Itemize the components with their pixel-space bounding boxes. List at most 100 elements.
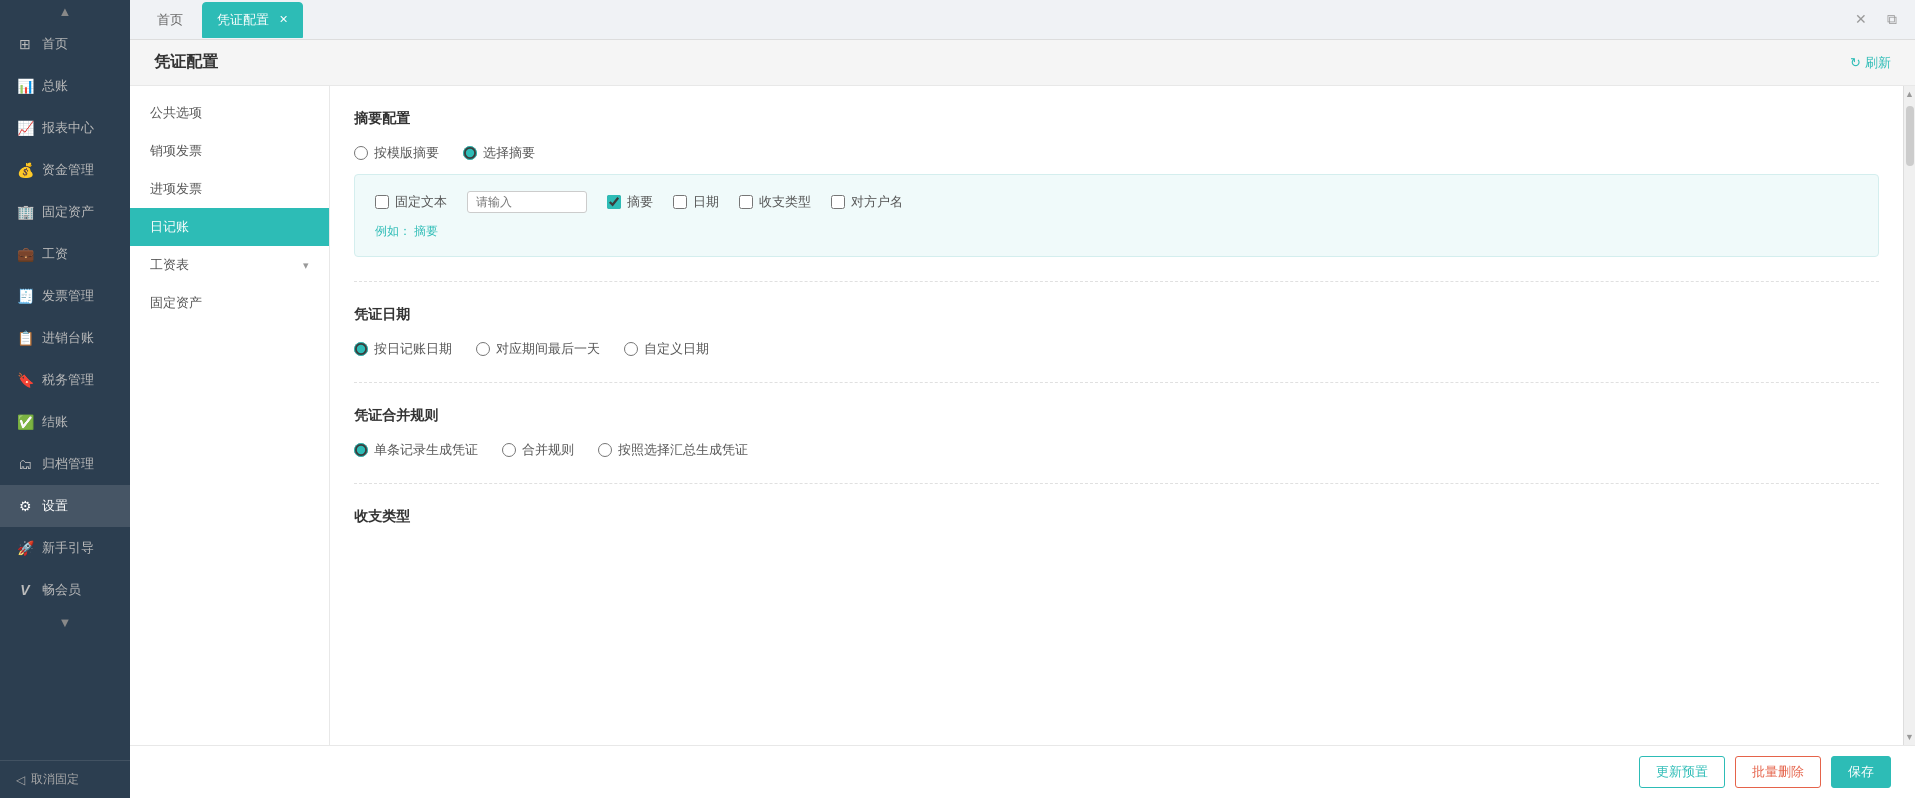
sidebar-item-salary-label: 工资 [42,245,68,263]
abstract-preview: 例如： 摘要 [375,223,1858,240]
counter-name-option[interactable]: 对方户名 [831,193,903,211]
tab-close-icon[interactable]: ✕ [279,13,288,26]
income-type-checkbox[interactable] [739,195,753,209]
abstract-section: 摘要配置 按模版摘要 选择摘要 固定文本 [354,110,1879,282]
tab-voucher-config[interactable]: 凭证配置 ✕ [202,2,303,38]
tax-icon: 🔖 [16,372,34,388]
custom-date-label: 自定义日期 [644,340,709,358]
sidebar-item-tax[interactable]: 🔖 税务管理 [0,359,130,401]
scrollbar-up-arrow[interactable]: ▲ [1904,86,1915,102]
refresh-icon: ↻ [1850,55,1861,70]
summary-option[interactable]: 摘要 [607,193,653,211]
sidebar-item-reports[interactable]: 📈 报表中心 [0,107,130,149]
page-title: 凭证配置 [154,52,218,73]
sidebar-item-purchase-sales[interactable]: 📋 进销台账 [0,317,130,359]
main-content: 摘要配置 按模版摘要 选择摘要 固定文本 [330,86,1903,745]
left-nav-item-payroll[interactable]: 工资表 ▾ [130,246,329,284]
fixed-text-label: 固定文本 [395,193,447,211]
refresh-label: 刷新 [1865,54,1891,72]
sidebar-item-archive[interactable]: 🗂 归档管理 [0,443,130,485]
summary-checkbox[interactable] [607,195,621,209]
abstract-select-radio[interactable] [463,146,477,160]
sidebar-unpin-btn[interactable]: ◁ 取消固定 [0,760,130,798]
left-nav-journal-label: 日记账 [150,218,189,236]
fixed-text-option[interactable]: 固定文本 [375,193,447,211]
period-last-radio[interactable] [476,342,490,356]
select-merge-radio[interactable] [598,443,612,457]
period-last-option[interactable]: 对应期间最后一天 [476,340,600,358]
tab-close-window-btn[interactable]: ✕ [1849,9,1873,30]
left-nav-item-purchase-invoice[interactable]: 进项发票 [130,170,329,208]
income-type-section: 收支类型 [354,508,1879,566]
scrollbar-thumb[interactable] [1906,106,1914,166]
save-button[interactable]: 保存 [1831,756,1891,788]
journal-date-label: 按日记账日期 [374,340,452,358]
left-nav: 公共选项 销项发票 进项发票 日记账 工资表 ▾ 固定资产 [130,86,330,745]
fixed-text-checkbox[interactable] [375,195,389,209]
sidebar-item-invoice[interactable]: 🧾 发票管理 [0,275,130,317]
sidebar-item-funds[interactable]: 💰 资金管理 [0,149,130,191]
abstract-template-label: 按模版摘要 [374,144,439,162]
sidebar-item-assets[interactable]: 🏢 固定资产 [0,191,130,233]
payroll-arrow-icon: ▾ [303,259,309,272]
sidebar-scroll-up[interactable]: ▲ [0,0,130,23]
sidebar-item-purchase-sales-label: 进销台账 [42,329,94,347]
refresh-button[interactable]: ↻ 刷新 [1850,54,1891,72]
abstract-select-option[interactable]: 选择摘要 [463,144,535,162]
sidebar-item-guide[interactable]: 🚀 新手引导 [0,527,130,569]
income-type-option[interactable]: 收支类型 [739,193,811,211]
single-record-option[interactable]: 单条记录生成凭证 [354,441,478,459]
left-nav-fixed-assets-label: 固定资产 [150,294,202,312]
batch-delete-button[interactable]: 批量删除 [1735,756,1821,788]
archive-icon: 🗂 [16,456,34,472]
left-nav-item-public[interactable]: 公共选项 [130,94,329,132]
sidebar-item-closing[interactable]: ✅ 结账 [0,401,130,443]
sidebar-item-settings[interactable]: ⚙ 设置 [0,485,130,527]
left-nav-item-fixed-assets[interactable]: 固定资产 [130,284,329,322]
tab-home[interactable]: 首页 [142,2,198,38]
sidebar-item-guide-label: 新手引导 [42,539,94,557]
income-type-label: 收支类型 [759,193,811,211]
sidebar-item-home[interactable]: ⊞ 首页 [0,23,130,65]
sidebar-item-vip-label: 畅会员 [42,581,81,599]
abstract-config-box: 固定文本 摘要 日期 收支类型 [354,174,1879,257]
select-merge-option[interactable]: 按照选择汇总生成凭证 [598,441,748,459]
left-nav-item-sales-invoice[interactable]: 销项发票 [130,132,329,170]
journal-date-radio[interactable] [354,342,368,356]
single-record-radio[interactable] [354,443,368,457]
abstract-template-option[interactable]: 按模版摘要 [354,144,439,162]
sidebar-item-settings-label: 设置 [42,497,68,515]
scrollbar-down-arrow[interactable]: ▼ [1905,729,1914,745]
update-preview-button[interactable]: 更新预置 [1639,756,1725,788]
left-nav-payroll-label: 工资表 [150,256,189,274]
sidebar-item-vip[interactable]: V 畅会员 [0,569,130,611]
counter-name-checkbox[interactable] [831,195,845,209]
sidebar-item-tax-label: 税务管理 [42,371,94,389]
merge-rules-section: 凭证合并规则 单条记录生成凭证 合并规则 按照选择汇总生成凭证 [354,407,1879,484]
abstract-template-radio[interactable] [354,146,368,160]
sidebar-scroll-down[interactable]: ▼ [0,611,130,634]
sidebar-item-assets-label: 固定资产 [42,203,94,221]
salary-icon: 💼 [16,246,34,262]
merge-rules-group: 单条记录生成凭证 合并规则 按照选择汇总生成凭证 [354,441,1879,459]
date-option[interactable]: 日期 [673,193,719,211]
sidebar-item-ledger[interactable]: 📊 总账 [0,65,130,107]
sidebar-item-reports-label: 报表中心 [42,119,94,137]
sidebar-item-salary[interactable]: 💼 工资 [0,233,130,275]
purchase-sales-icon: 📋 [16,330,34,346]
fixed-text-input[interactable] [467,191,587,213]
left-nav-item-journal[interactable]: 日记账 [130,208,329,246]
merge-rule-radio[interactable] [502,443,516,457]
merge-rule-label: 合并规则 [522,441,574,459]
counter-name-label: 对方户名 [851,193,903,211]
abstract-preview-label: 例如： [375,224,411,238]
custom-date-radio[interactable] [624,342,638,356]
merge-rule-option[interactable]: 合并规则 [502,441,574,459]
tab-home-label: 首页 [157,11,183,29]
date-checkbox[interactable] [673,195,687,209]
main-area: 首页 凭证配置 ✕ ✕ ⧉ 凭证配置 ↻ 刷新 公共选项 销项发票 进项 [130,0,1915,798]
tab-restore-btn[interactable]: ⧉ [1881,9,1903,30]
bottom-action-bar: 更新预置 批量删除 保存 [130,745,1915,798]
journal-date-option[interactable]: 按日记账日期 [354,340,452,358]
custom-date-option[interactable]: 自定义日期 [624,340,709,358]
